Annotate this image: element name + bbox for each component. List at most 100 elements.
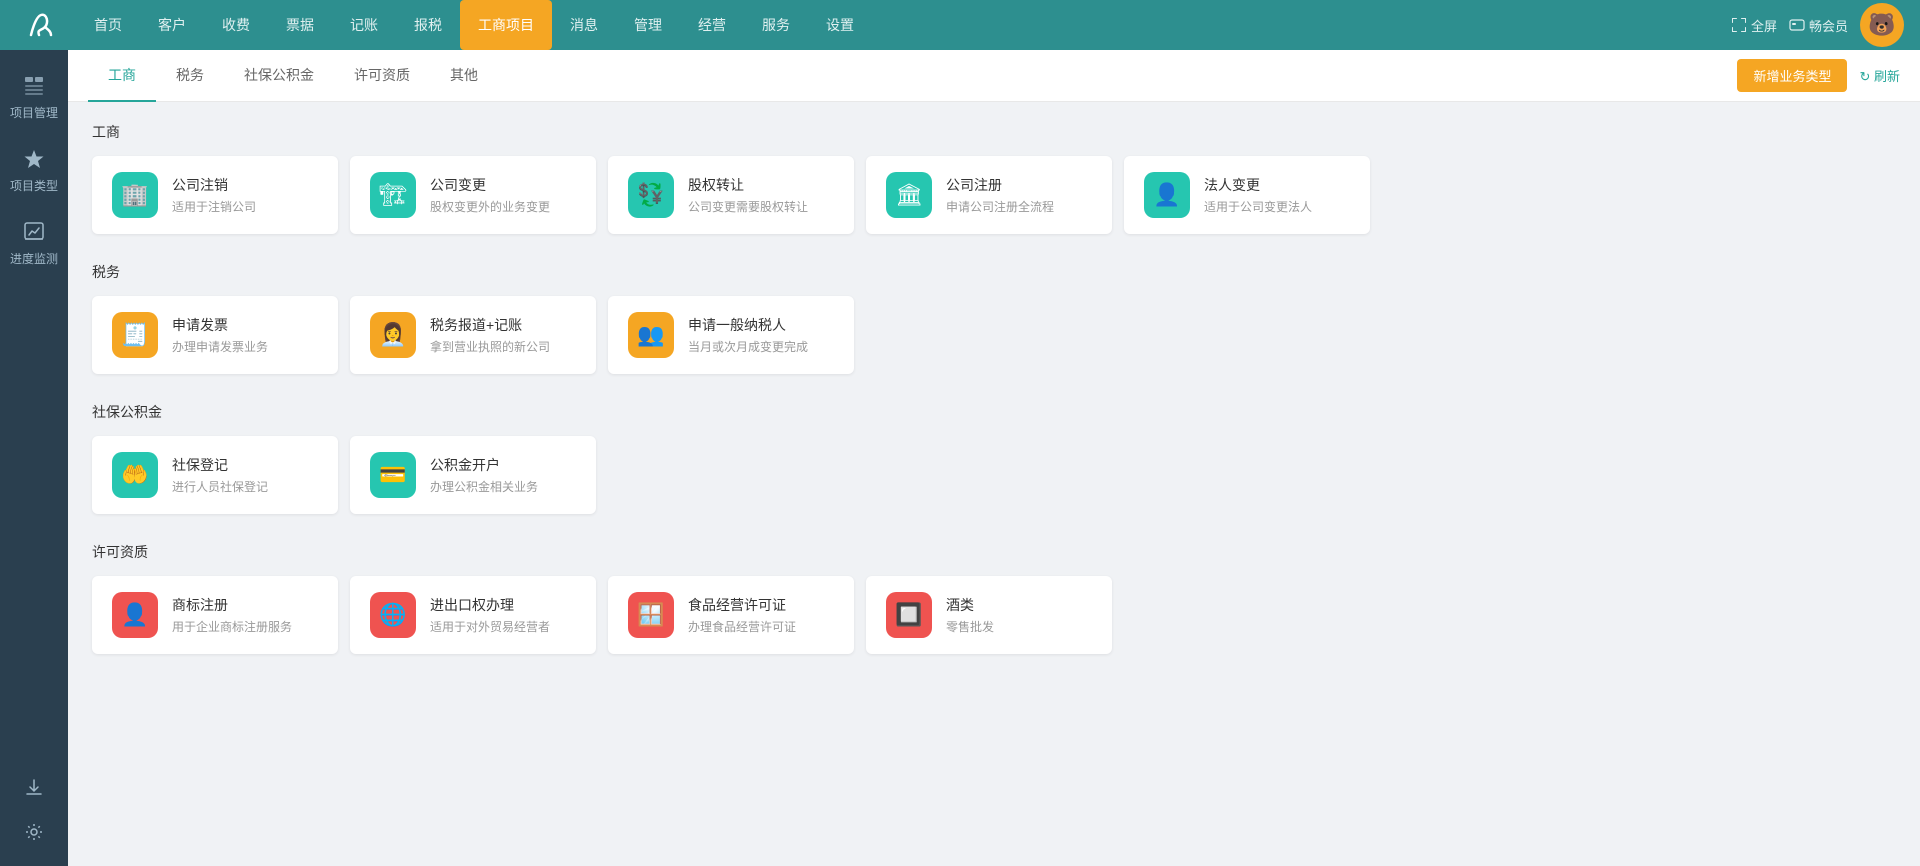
card-name: 公司注册	[946, 175, 1054, 195]
nav-item-客户[interactable]: 客户	[140, 0, 204, 50]
card-desc: 用于企业商标注册服务	[172, 618, 292, 635]
progress-monitor-icon	[20, 218, 48, 246]
card-icon: 🔲	[886, 592, 932, 638]
card-info: 酒类零售批发	[946, 595, 994, 635]
cards-grid: 🏢 公司注销适用于注销公司 🏗公司变更股权变更外的业务变更 💱 股权转让公司变更需要股权…	[92, 156, 1896, 234]
new-type-button[interactable]: 新增业务类型	[1737, 59, 1847, 92]
card-item[interactable]: 🏛公司注册申请公司注册全流程	[866, 156, 1112, 234]
card-info: 进出口权办理适用于对外贸易经营者	[430, 595, 550, 635]
card-desc: 进行人员社保登记	[172, 478, 268, 495]
nav-item-记账[interactable]: 记账	[332, 0, 396, 50]
card-item[interactable]: 👤 法人变更适用于公司变更法人	[1124, 156, 1370, 234]
refresh-button[interactable]: ↻ 刷新	[1859, 66, 1900, 85]
nav-item-报税[interactable]: 报税	[396, 0, 460, 50]
card-name: 税务报道+记账	[430, 315, 550, 335]
gear-icon[interactable]	[16, 814, 52, 850]
sidebar-item-label: 项目类型	[10, 177, 58, 194]
card-desc: 办理申请发票业务	[172, 338, 268, 355]
sidebar-item-project-type[interactable]: 项目类型	[0, 133, 68, 206]
tab-许可资质[interactable]: 许可资质	[334, 50, 430, 102]
card-item[interactable]: 🤲 社保登记进行人员社保登记	[92, 436, 338, 514]
card-desc: 适用于公司变更法人	[1204, 198, 1312, 215]
card-icon: 🏢	[112, 172, 158, 218]
card-item[interactable]: 🏗公司变更股权变更外的业务变更	[350, 156, 596, 234]
sidebar-item-progress-monitor[interactable]: 进度监测	[0, 206, 68, 279]
card-desc: 零售批发	[946, 618, 994, 635]
nav-item-管理[interactable]: 管理	[616, 0, 680, 50]
cards-grid: 👤商标注册用于企业商标注册服务🌐进出口权办理适用于对外贸易经营者🪟食品经营许可证…	[92, 576, 1896, 654]
card-info: 公司变更股权变更外的业务变更	[430, 175, 550, 215]
card-info: 公司注销适用于注销公司	[172, 175, 256, 215]
card-item[interactable]: 👩‍💼税务报道+记账拿到营业执照的新公司	[350, 296, 596, 374]
card-name: 社保登记	[172, 455, 268, 475]
tab-社保公积金[interactable]: 社保公积金	[224, 50, 334, 102]
nav-item-票据[interactable]: 票据	[268, 0, 332, 50]
cards-grid: 🧾 申请发票办理申请发票业务 👩‍💼税务报道+记账拿到营业执照的新公司👥申请一般纳税…	[92, 296, 1896, 374]
card-desc: 当月或次月成变更完成	[688, 338, 808, 355]
card-name: 法人变更	[1204, 175, 1312, 195]
card-info: 税务报道+记账拿到营业执照的新公司	[430, 315, 550, 355]
nav-item-收费[interactable]: 收费	[204, 0, 268, 50]
member-btn[interactable]: 畅会员	[1789, 16, 1848, 35]
tab-actions: 新增业务类型 ↻ 刷新	[1737, 59, 1900, 92]
nav-item-首页[interactable]: 首页	[76, 0, 140, 50]
card-desc: 股权变更外的业务变更	[430, 198, 550, 215]
sidebar-item-project-management[interactable]: 项目管理	[0, 60, 68, 133]
nav-item-经营[interactable]: 经营	[680, 0, 744, 50]
top-nav: 首页客户收费票据记账报税工商项目消息管理经营服务设置 全屏 畅会员 🐻	[0, 0, 1920, 50]
section-title: 许可资质	[92, 542, 1896, 562]
card-icon: 💱	[628, 172, 674, 218]
card-desc: 办理公积金相关业务	[430, 478, 538, 495]
card-info: 法人变更适用于公司变更法人	[1204, 175, 1312, 215]
card-info: 社保登记进行人员社保登记	[172, 455, 268, 495]
card-icon: 🪟	[628, 592, 674, 638]
sidebar-item-label: 进度监测	[10, 250, 58, 267]
card-item[interactable]: 👥申请一般纳税人当月或次月成变更完成	[608, 296, 854, 374]
card-info: 商标注册用于企业商标注册服务	[172, 595, 292, 635]
card-desc: 申请公司注册全流程	[946, 198, 1054, 215]
nav-item-设置[interactable]: 设置	[808, 0, 872, 50]
sidebar-bottom	[16, 770, 52, 850]
nav-right: 全屏 畅会员 🐻	[1731, 3, 1904, 47]
card-item[interactable]: 💳 公积金开户办理公积金相关业务	[350, 436, 596, 514]
card-item[interactable]: 🌐 进出口权办理适用于对外贸易经营者	[350, 576, 596, 654]
section-title: 税务	[92, 262, 1896, 282]
card-item[interactable]: 🧾 申请发票办理申请发票业务	[92, 296, 338, 374]
fullscreen-btn[interactable]: 全屏	[1731, 16, 1777, 35]
tab-工商[interactable]: 工商	[88, 50, 156, 102]
nav-item-工商项目[interactable]: 工商项目	[460, 0, 552, 50]
section-title: 工商	[92, 122, 1896, 142]
card-desc: 拿到营业执照的新公司	[430, 338, 550, 355]
card-name: 商标注册	[172, 595, 292, 615]
card-item[interactable]: 👤商标注册用于企业商标注册服务	[92, 576, 338, 654]
nav-item-消息[interactable]: 消息	[552, 0, 616, 50]
tab-税务[interactable]: 税务	[156, 50, 224, 102]
card-name: 酒类	[946, 595, 994, 615]
card-info: 申请一般纳税人当月或次月成变更完成	[688, 315, 808, 355]
card-desc: 适用于注销公司	[172, 198, 256, 215]
main-layout: 项目管理 项目类型 进度监测 工商税务社保公积金许可资质其他新增业务类型↻	[0, 50, 1920, 866]
download-icon[interactable]	[16, 770, 52, 806]
card-info: 食品经营许可证办理食品经营许可证	[688, 595, 796, 635]
scroll-content[interactable]: 工商 🏢 公司注销适用于注销公司 🏗公司变更股权变更外的业务变更 💱 股权转让公司变更需要…	[68, 102, 1920, 866]
card-name: 食品经营许可证	[688, 595, 796, 615]
card-icon: 💳	[370, 452, 416, 498]
card-info: 公司注册申请公司注册全流程	[946, 175, 1054, 215]
card-info: 申请发票办理申请发票业务	[172, 315, 268, 355]
nav-item-服务[interactable]: 服务	[744, 0, 808, 50]
sidebar: 项目管理 项目类型 进度监测	[0, 50, 68, 866]
card-item[interactable]: 💱 股权转让公司变更需要股权转让	[608, 156, 854, 234]
card-name: 股权转让	[688, 175, 808, 195]
card-item[interactable]: 🔲 酒类零售批发	[866, 576, 1112, 654]
card-icon: 🌐	[370, 592, 416, 638]
card-icon: 🧾	[112, 312, 158, 358]
card-info: 公积金开户办理公积金相关业务	[430, 455, 538, 495]
card-icon: 🤲	[112, 452, 158, 498]
card-item[interactable]: 🪟 食品经营许可证办理食品经营许可证	[608, 576, 854, 654]
tab-其他[interactable]: 其他	[430, 50, 498, 102]
project-management-icon	[20, 72, 48, 100]
card-name: 申请发票	[172, 315, 268, 335]
card-item[interactable]: 🏢 公司注销适用于注销公司	[92, 156, 338, 234]
card-info: 股权转让公司变更需要股权转让	[688, 175, 808, 215]
card-icon: 👤	[1144, 172, 1190, 218]
